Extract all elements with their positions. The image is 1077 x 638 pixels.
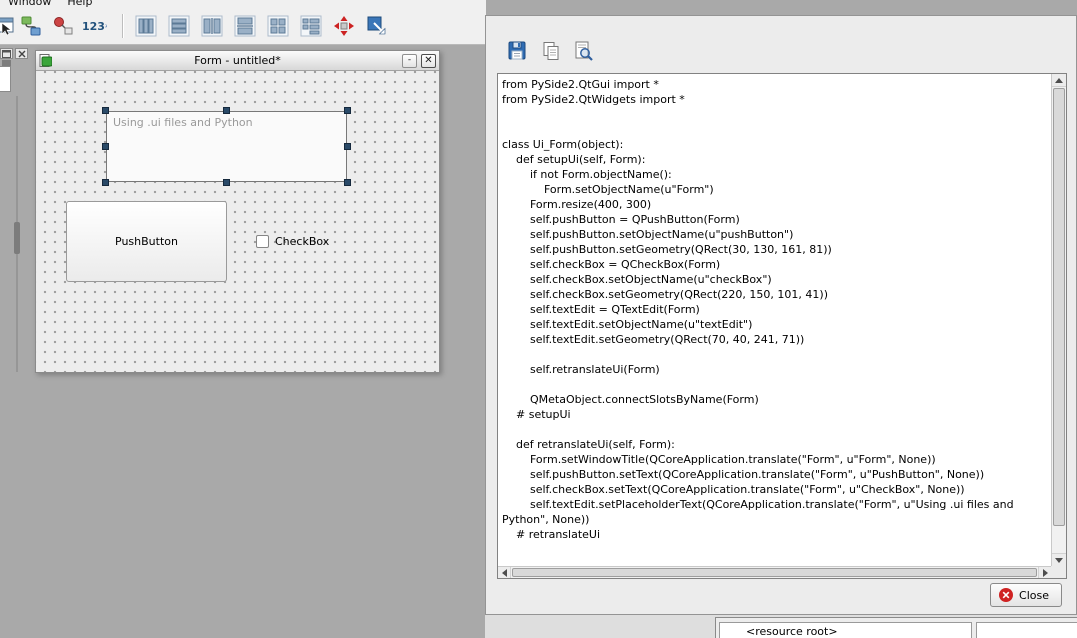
code-preview-dialog: from PySide2.QtGui import * from PySide2…	[485, 15, 1077, 615]
horizontal-scrollbar	[498, 566, 1051, 578]
resize-handle-bottom-left[interactable]	[102, 179, 109, 186]
close-button-label: Close	[1019, 589, 1049, 602]
copy-button[interactable]	[538, 38, 564, 64]
menu-help[interactable]: Help	[67, 0, 92, 8]
scroll-right-button[interactable]	[1038, 567, 1051, 578]
dock-titlebar-buttons	[0, 48, 28, 59]
checkbox-indicator	[256, 235, 269, 248]
pushbutton-label: PushButton	[115, 235, 178, 248]
save-icon	[506, 40, 528, 62]
scroll-left-button[interactable]	[498, 567, 511, 578]
close-window-button[interactable]: ✕	[421, 54, 436, 68]
adjust-size-icon	[366, 15, 388, 37]
form-canvas[interactable]: Using .ui files and Python PushButton Ch…	[36, 71, 439, 372]
form-window-titlebar[interactable]: Form - untitled* - ✕	[36, 51, 439, 71]
resize-handle-right[interactable]	[344, 143, 351, 150]
layout-vertical-splitter-button[interactable]	[232, 13, 258, 39]
dock-fragment-box	[0, 66, 11, 92]
edit-buddies-button[interactable]	[50, 13, 76, 39]
edit-tab-order-button[interactable]: 123	[82, 13, 108, 39]
edit-widgets-icon	[0, 15, 15, 37]
resource-panel-cell[interactable]	[976, 622, 1077, 638]
layout-grid-button[interactable]	[265, 13, 291, 39]
code-viewport: from PySide2.QtGui import * from PySide2…	[498, 74, 1051, 566]
checkbox-label: CheckBox	[275, 235, 329, 248]
arrow-down-icon	[1055, 558, 1063, 563]
layout-horizontal-icon	[135, 15, 157, 37]
layout-grid-icon	[267, 15, 289, 37]
generated-python-code: from PySide2.QtGui import * from PySide2…	[498, 74, 1051, 545]
resource-root-label: <resource root>	[746, 625, 838, 638]
form-editor-window: Form - untitled* - ✕ Using .ui files and…	[35, 50, 440, 373]
break-layout-icon	[333, 15, 355, 37]
scroll-down-button[interactable]	[1052, 553, 1066, 566]
find-icon	[572, 40, 594, 62]
textedit-box: Using .ui files and Python	[106, 111, 347, 182]
toolbar-separator	[122, 14, 123, 38]
layout-form-icon	[300, 15, 322, 37]
copy-icon	[540, 40, 562, 62]
scroll-up-button[interactable]	[1052, 74, 1066, 87]
edit-widgets-button[interactable]	[0, 13, 17, 39]
resource-browser-panel: <resource root>	[715, 617, 1077, 638]
find-button[interactable]	[570, 38, 596, 64]
break-layout-button[interactable]	[331, 13, 357, 39]
layout-form-button[interactable]	[298, 13, 324, 39]
resize-handle-left[interactable]	[102, 143, 109, 150]
dock-float-icon	[2, 50, 11, 58]
vertical-scrollbar-thumb[interactable]	[1053, 88, 1065, 526]
layout-horizontal-button[interactable]	[133, 13, 159, 39]
menu-window[interactable]: Window	[8, 0, 51, 8]
resize-handle-top[interactable]	[223, 107, 230, 114]
vertical-scrollbar	[1051, 74, 1066, 566]
arrow-right-icon	[1043, 569, 1048, 577]
horizontal-scrollbar-thumb[interactable]	[512, 568, 1037, 577]
dock-close-icon	[18, 50, 26, 58]
arrow-left-icon	[502, 569, 507, 577]
code-text-area[interactable]: from PySide2.QtGui import * from PySide2…	[497, 73, 1067, 579]
scrollbar-corner	[1051, 566, 1066, 578]
dock-scrollbar-thumb[interactable]	[14, 222, 20, 254]
minimize-icon: -	[408, 56, 411, 65]
layout-vertical-icon	[168, 15, 190, 37]
checkbox-widget[interactable]: CheckBox	[256, 221, 357, 262]
close-window-icon: ✕	[424, 56, 432, 66]
form-window-title: Form - untitled*	[36, 54, 439, 67]
dock-close-button[interactable]	[15, 48, 28, 59]
resize-handle-bottom[interactable]	[223, 179, 230, 186]
arrow-up-icon	[1055, 78, 1063, 83]
edit-tab-order-icon: 123	[82, 20, 105, 33]
edit-signals-slots-button[interactable]	[18, 13, 44, 39]
resize-handle-bottom-right[interactable]	[344, 179, 351, 186]
close-circle-icon	[999, 588, 1013, 602]
textedit-widget[interactable]: Using .ui files and Python	[106, 111, 347, 182]
resource-root-item[interactable]: <resource root>	[719, 622, 972, 638]
resize-handle-top-left[interactable]	[102, 107, 109, 114]
layout-vertical-splitter-icon	[234, 15, 256, 37]
layout-horizontal-splitter-icon	[201, 15, 223, 37]
layout-horizontal-splitter-button[interactable]	[199, 13, 225, 39]
dock-float-button[interactable]	[0, 48, 13, 59]
edit-tab-order-arrow-icon	[105, 19, 108, 33]
main-toolbar: Window Help 123	[0, 0, 486, 45]
save-button[interactable]	[504, 38, 530, 64]
designer-workspace: Window Help 123	[0, 0, 1077, 638]
layout-vertical-button[interactable]	[166, 13, 192, 39]
resize-handle-top-right[interactable]	[344, 107, 351, 114]
textedit-placeholder: Using .ui files and Python	[113, 116, 253, 129]
menubar: Window Help	[8, 0, 92, 8]
adjust-size-button[interactable]	[364, 13, 390, 39]
close-dialog-button[interactable]: Close	[990, 583, 1062, 607]
pushbutton-widget[interactable]: PushButton	[66, 201, 227, 282]
minimize-button[interactable]: -	[402, 54, 417, 68]
edit-buddies-icon	[52, 15, 74, 37]
edit-signals-slots-icon	[20, 15, 42, 37]
